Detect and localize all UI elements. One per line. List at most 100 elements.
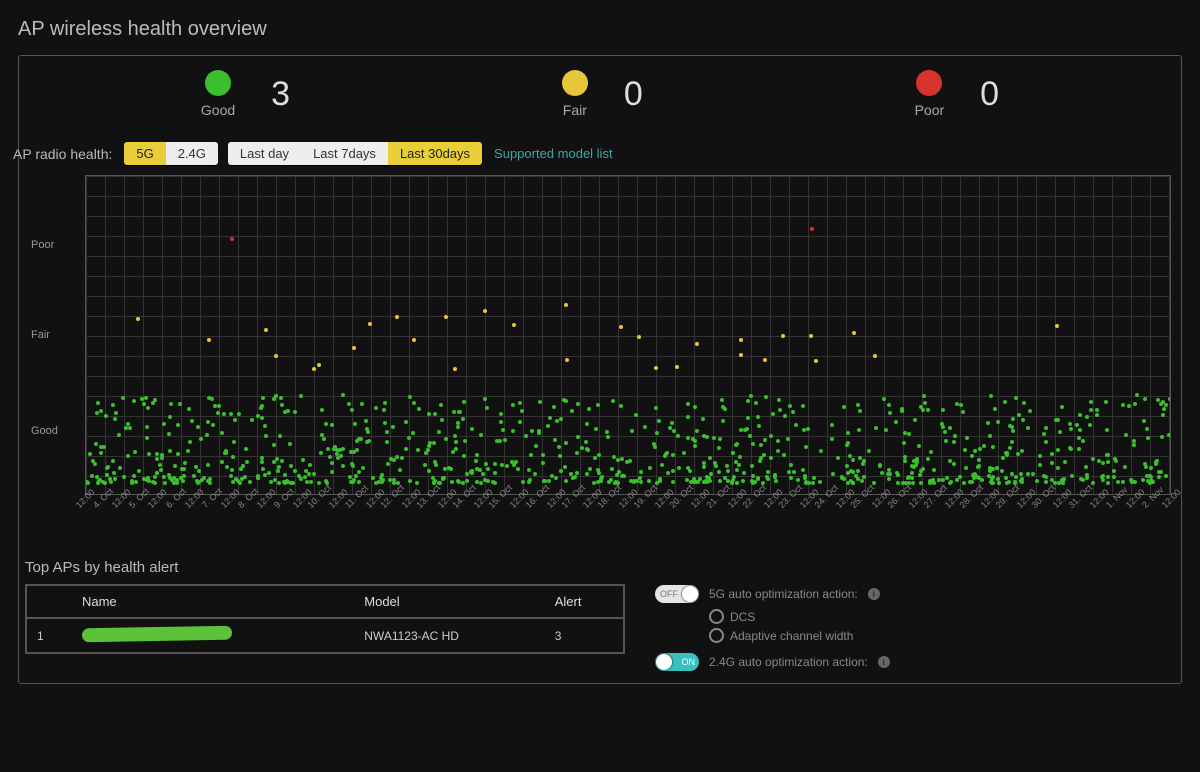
data-point [319, 451, 323, 455]
data-point [559, 417, 563, 421]
data-point [756, 476, 760, 480]
data-point [1022, 401, 1026, 405]
data-point [248, 480, 252, 484]
data-point [565, 358, 569, 362]
data-point [1127, 404, 1131, 408]
data-point [562, 398, 566, 402]
data-point [686, 436, 690, 440]
data-point [176, 452, 180, 456]
data-point [99, 409, 103, 413]
data-point [718, 479, 722, 483]
data-point [672, 429, 676, 433]
data-point [926, 457, 930, 461]
data-point [351, 464, 355, 468]
data-point [1050, 452, 1054, 456]
data-point [732, 475, 736, 479]
data-point [874, 426, 878, 430]
toggle-2g-optimization[interactable] [655, 653, 699, 671]
data-point [550, 474, 554, 478]
data-point [918, 473, 922, 477]
data-point [1021, 418, 1025, 422]
data-point [297, 474, 301, 478]
data-point [395, 315, 399, 319]
data-point [1019, 472, 1023, 476]
data-point [407, 436, 411, 440]
data-point [273, 478, 277, 482]
band-tab-2.4g[interactable]: 2.4G [166, 142, 218, 165]
toggle-5g-optimization[interactable] [655, 585, 699, 603]
data-point [259, 406, 263, 410]
data-point [991, 445, 995, 449]
data-point [385, 430, 389, 434]
data-point [576, 435, 580, 439]
data-point [169, 402, 173, 406]
data-point [330, 461, 334, 465]
data-point [241, 464, 245, 468]
data-point [907, 475, 911, 479]
data-point [915, 460, 919, 464]
data-point [953, 434, 957, 438]
data-point [88, 452, 92, 456]
data-point [776, 439, 780, 443]
top-aps-table: NameModelAlert 1NWA1123-AC HD3 [25, 584, 625, 654]
data-point [111, 403, 115, 407]
data-point [1145, 427, 1149, 431]
data-point [653, 445, 657, 449]
data-point [1016, 452, 1020, 456]
chart-plot-area[interactable] [85, 175, 1171, 495]
data-point [619, 404, 623, 408]
data-point [648, 466, 652, 470]
data-point [705, 435, 709, 439]
data-point [367, 439, 371, 443]
data-point [286, 409, 290, 413]
data-point [341, 464, 345, 468]
band-tab-5g[interactable]: 5G [124, 142, 165, 165]
data-point [229, 474, 233, 478]
data-point [735, 481, 739, 485]
data-point [637, 335, 641, 339]
data-point [634, 413, 638, 417]
data-point [926, 408, 930, 412]
radio-adaptive-width[interactable] [709, 628, 724, 643]
info-icon[interactable]: i [868, 588, 880, 600]
data-point [596, 468, 600, 472]
optimization-panel: 5G auto optimization action: i DCS Adapt… [655, 559, 1175, 677]
data-point [1121, 403, 1125, 407]
data-point [335, 452, 339, 456]
info-icon[interactable]: i [878, 656, 890, 668]
range-tab-last30days[interactable]: Last 30days [388, 142, 482, 165]
range-tab-last7days[interactable]: Last 7days [301, 142, 388, 165]
data-point [1089, 400, 1093, 404]
data-point [977, 464, 981, 468]
data-point [1078, 413, 1082, 417]
data-point [757, 424, 761, 428]
data-point [932, 468, 936, 472]
data-point [521, 480, 525, 484]
data-point [299, 477, 303, 481]
range-tab-lastday[interactable]: Last day [228, 142, 301, 165]
data-point [887, 477, 891, 481]
data-point [391, 425, 395, 429]
data-point [151, 401, 155, 405]
data-point [919, 481, 923, 485]
data-point [1106, 475, 1110, 479]
data-point [202, 476, 206, 480]
data-point [872, 481, 876, 485]
data-point [948, 481, 952, 485]
label-adaptive-width: Adaptive channel width [730, 629, 853, 643]
data-point [970, 480, 974, 484]
data-point [93, 462, 97, 466]
data-point [1164, 403, 1168, 407]
data-point [721, 419, 725, 423]
data-point [541, 453, 545, 457]
data-point [277, 481, 281, 485]
radio-dcs[interactable] [709, 609, 724, 624]
label-dcs: DCS [730, 610, 755, 624]
data-point [167, 432, 171, 436]
data-point [655, 431, 659, 435]
data-point [485, 406, 489, 410]
data-point [274, 354, 278, 358]
data-point [993, 407, 997, 411]
supported-model-link[interactable]: Supported model list [494, 146, 613, 161]
table-row[interactable]: 1NWA1123-AC HD3 [26, 618, 624, 653]
